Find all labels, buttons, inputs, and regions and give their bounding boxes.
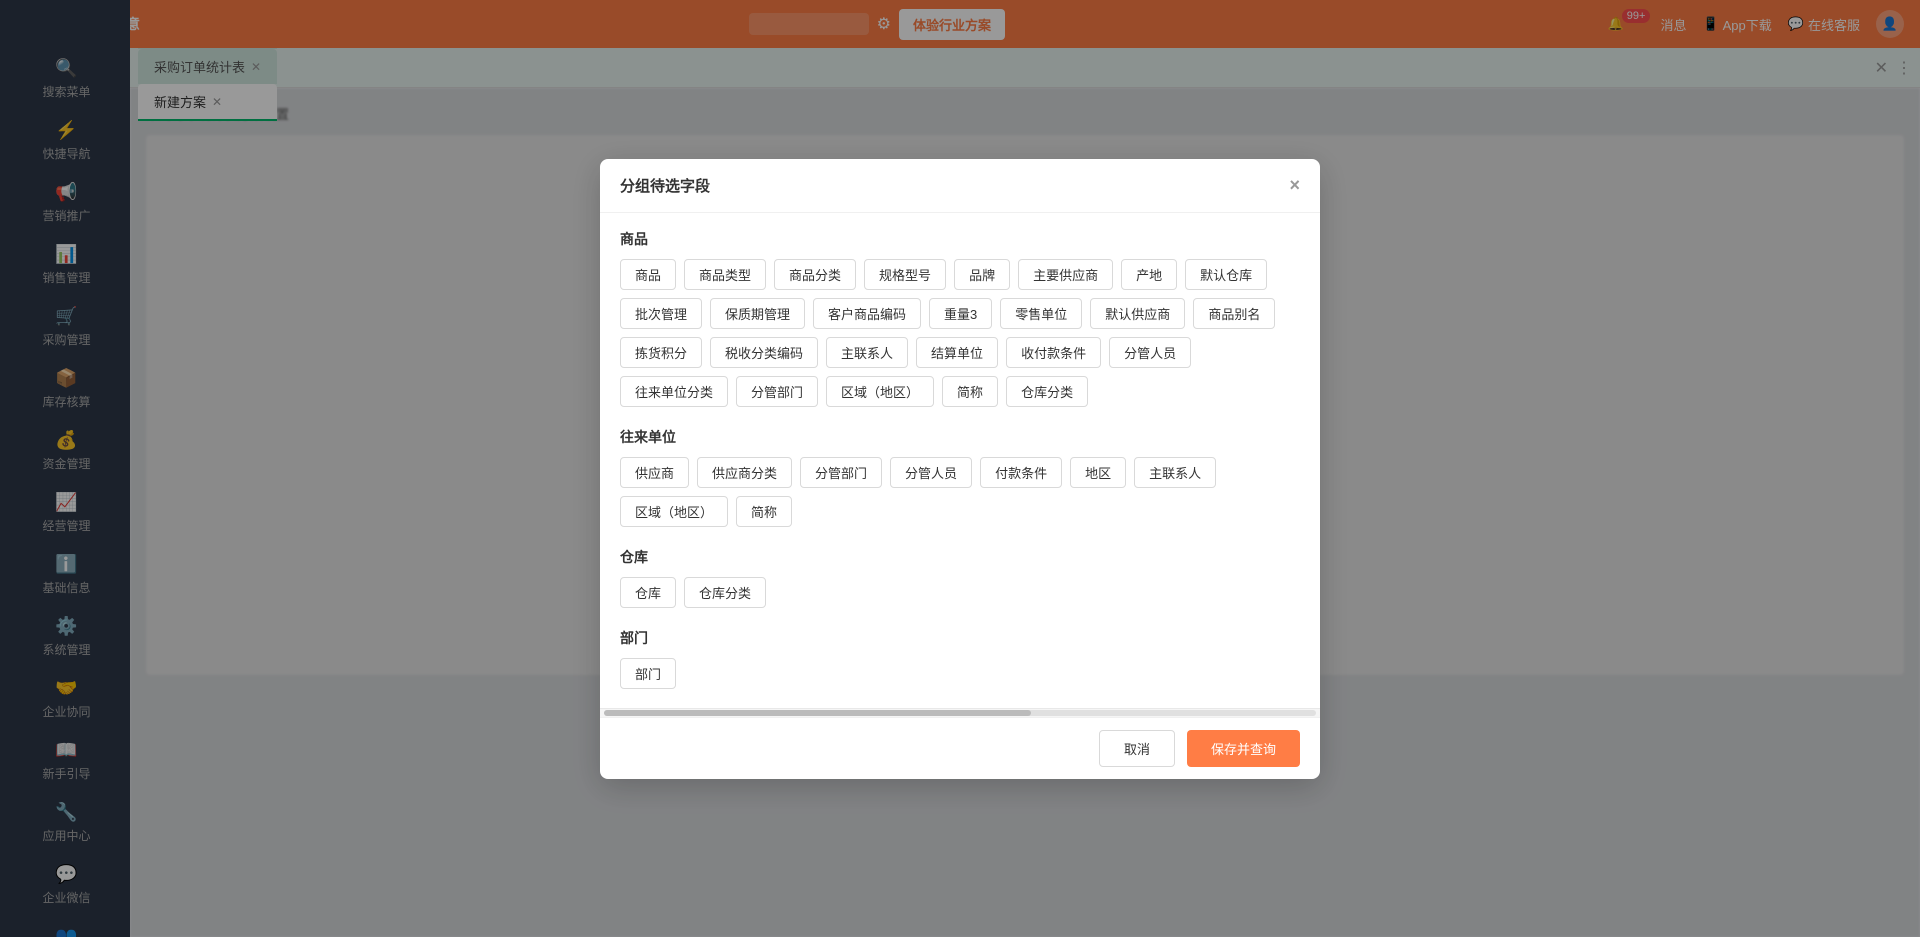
hscroll-thumb [604,710,1031,716]
field-tag-0-22[interactable]: 分管部门 [736,376,818,407]
field-tag-1-4[interactable]: 付款条件 [980,457,1062,488]
field-tag-0-3[interactable]: 规格型号 [864,259,946,290]
field-tag-0-14[interactable]: 商品别名 [1193,298,1275,329]
dialog-title: 分组待选字段 [620,175,710,196]
field-tag-0-6[interactable]: 产地 [1121,259,1177,290]
section-title-0: 商品 [620,229,1300,249]
field-grid-0: 商品商品类型商品分类规格型号品牌主要供应商产地默认仓库批次管理保质期管理客户商品… [620,259,1300,407]
section-往来单位: 往来单位供应商供应商分类分管部门分管人员付款条件地区主联系人区域（地区） 简称 [620,427,1300,527]
field-tag-0-17[interactable]: 主联系人 [826,337,908,368]
section-title-1: 往来单位 [620,427,1300,447]
field-tag-0-15[interactable]: 拣货积分 [620,337,702,368]
section-title-3: 部门 [620,628,1300,648]
field-tag-1-8[interactable]: 简称 [736,496,792,527]
field-tag-0-9[interactable]: 保质期管理 [710,298,805,329]
field-tag-0-5[interactable]: 主要供应商 [1018,259,1113,290]
horizontal-scrollbar[interactable] [600,708,1320,717]
field-tag-0-16[interactable]: 税收分类编码 [710,337,818,368]
field-tag-0-23[interactable]: 区域（地区） [826,376,934,407]
cancel-button[interactable]: 取消 [1099,730,1175,767]
field-tag-0-0[interactable]: 商品 [620,259,676,290]
field-tag-1-1[interactable]: 供应商分类 [697,457,792,488]
dialog-footer: 取消 保存并查询 [600,717,1320,779]
field-tag-0-12[interactable]: 零售单位 [1000,298,1082,329]
field-grid-1: 供应商供应商分类分管部门分管人员付款条件地区主联系人区域（地区） 简称 [620,457,1300,527]
field-tag-0-10[interactable]: 客户商品编码 [813,298,921,329]
section-商品: 商品商品商品类型商品分类规格型号品牌主要供应商产地默认仓库批次管理保质期管理客户… [620,229,1300,407]
dialog: 分组待选字段 × 商品商品商品类型商品分类规格型号品牌主要供应商产地默认仓库批次… [600,159,1320,779]
field-tag-0-4[interactable]: 品牌 [954,259,1010,290]
field-tag-0-2[interactable]: 商品分类 [774,259,856,290]
confirm-button[interactable]: 保存并查询 [1187,730,1300,767]
field-grid-3: 部门 [620,658,1300,689]
hscroll-track [604,710,1316,716]
field-tag-1-2[interactable]: 分管部门 [800,457,882,488]
field-tag-2-0[interactable]: 仓库 [620,577,676,608]
field-grid-2: 仓库仓库分类 [620,577,1300,608]
field-tag-0-19[interactable]: 收付款条件 [1006,337,1101,368]
modal-overlay: 分组待选字段 × 商品商品商品类型商品分类规格型号品牌主要供应商产地默认仓库批次… [0,0,1920,937]
field-tag-0-18[interactable]: 结算单位 [916,337,998,368]
field-tag-0-25[interactable]: 仓库分类 [1006,376,1088,407]
section-部门: 部门部门 [620,628,1300,689]
dialog-body: 商品商品商品类型商品分类规格型号品牌主要供应商产地默认仓库批次管理保质期管理客户… [600,213,1320,708]
section-title-2: 仓库 [620,547,1300,567]
field-tag-1-0[interactable]: 供应商 [620,457,689,488]
field-tag-0-24[interactable]: 简称 [942,376,998,407]
field-tag-0-11[interactable]: 重量3 [929,298,992,329]
field-tag-0-8[interactable]: 批次管理 [620,298,702,329]
field-tag-0-13[interactable]: 默认供应商 [1090,298,1185,329]
dialog-close-button[interactable]: × [1289,175,1300,196]
field-tag-1-5[interactable]: 地区 [1070,457,1126,488]
field-tag-1-3[interactable]: 分管人员 [890,457,972,488]
field-tag-0-1[interactable]: 商品类型 [684,259,766,290]
field-tag-0-21[interactable]: 往来单位分类 [620,376,728,407]
field-tag-1-6[interactable]: 主联系人 [1134,457,1216,488]
field-tag-0-20[interactable]: 分管人员 [1109,337,1191,368]
field-tag-3-0[interactable]: 部门 [620,658,676,689]
field-tag-2-1[interactable]: 仓库分类 [684,577,766,608]
dialog-header: 分组待选字段 × [600,159,1320,213]
field-tag-0-7[interactable]: 默认仓库 [1185,259,1267,290]
section-仓库: 仓库仓库仓库分类 [620,547,1300,608]
field-tag-1-7[interactable]: 区域（地区） [620,496,728,527]
